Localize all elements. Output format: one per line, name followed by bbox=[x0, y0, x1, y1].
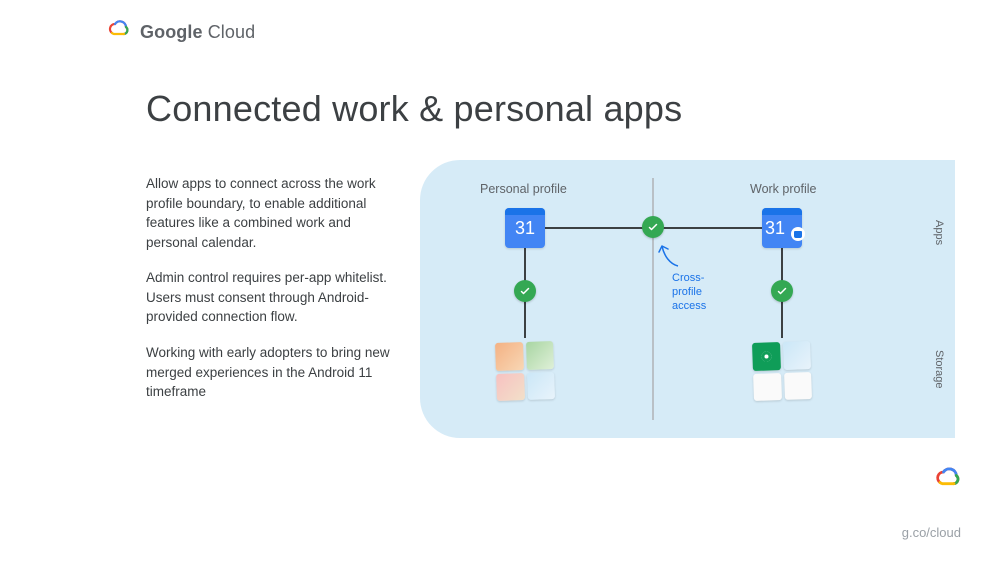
photo-tile bbox=[495, 342, 523, 370]
photo-tile bbox=[753, 373, 781, 401]
apps-side-label: Apps bbox=[933, 220, 945, 245]
storage-side-label: Storage bbox=[933, 350, 945, 389]
photo-tile bbox=[525, 341, 553, 369]
slide-title: Connected work & personal apps bbox=[146, 88, 682, 130]
photos-personal-icon bbox=[495, 341, 555, 401]
photo-tile bbox=[784, 371, 812, 399]
brand-light: Cloud bbox=[203, 22, 256, 42]
photo-tile bbox=[752, 342, 780, 370]
google-cloud-logo-icon bbox=[106, 18, 130, 47]
header: Google Cloud bbox=[106, 18, 255, 47]
calendar-day-work: 31 bbox=[765, 218, 785, 239]
check-cross-profile-icon bbox=[642, 216, 664, 238]
personal-profile-label: Personal profile bbox=[480, 182, 567, 196]
photos-work-icon bbox=[752, 341, 812, 401]
cross-profile-arrow-icon bbox=[658, 242, 686, 270]
paragraph-3: Working with early adopters to bring new… bbox=[146, 343, 406, 402]
profile-boundary-line bbox=[652, 178, 654, 420]
calendar-personal-icon: 31 bbox=[505, 208, 545, 248]
calendar-day-personal: 31 bbox=[515, 218, 535, 239]
paragraph-1: Allow apps to connect across the work pr… bbox=[146, 174, 406, 252]
cross-profile-access-label: Cross-profile access bbox=[672, 272, 732, 313]
google-cloud-logo-footer-icon bbox=[933, 465, 961, 498]
work-profile-label: Work profile bbox=[750, 182, 816, 196]
check-personal-icon bbox=[514, 280, 536, 302]
photo-tile bbox=[782, 341, 810, 369]
photo-tile bbox=[527, 371, 555, 399]
body-copy: Allow apps to connect across the work pr… bbox=[146, 174, 406, 418]
brand-text: Google Cloud bbox=[140, 22, 255, 43]
footer-link: g.co/cloud bbox=[902, 525, 961, 540]
diagram-panel: Personal profile Work profile Apps Stora… bbox=[420, 160, 955, 438]
work-badge-icon bbox=[791, 227, 805, 241]
calendar-work-icon: 31 bbox=[762, 208, 802, 248]
paragraph-2: Admin control requires per-app whitelist… bbox=[146, 268, 406, 327]
check-work-icon bbox=[771, 280, 793, 302]
brand-bold: Google bbox=[140, 22, 203, 42]
photo-tile bbox=[496, 373, 524, 401]
